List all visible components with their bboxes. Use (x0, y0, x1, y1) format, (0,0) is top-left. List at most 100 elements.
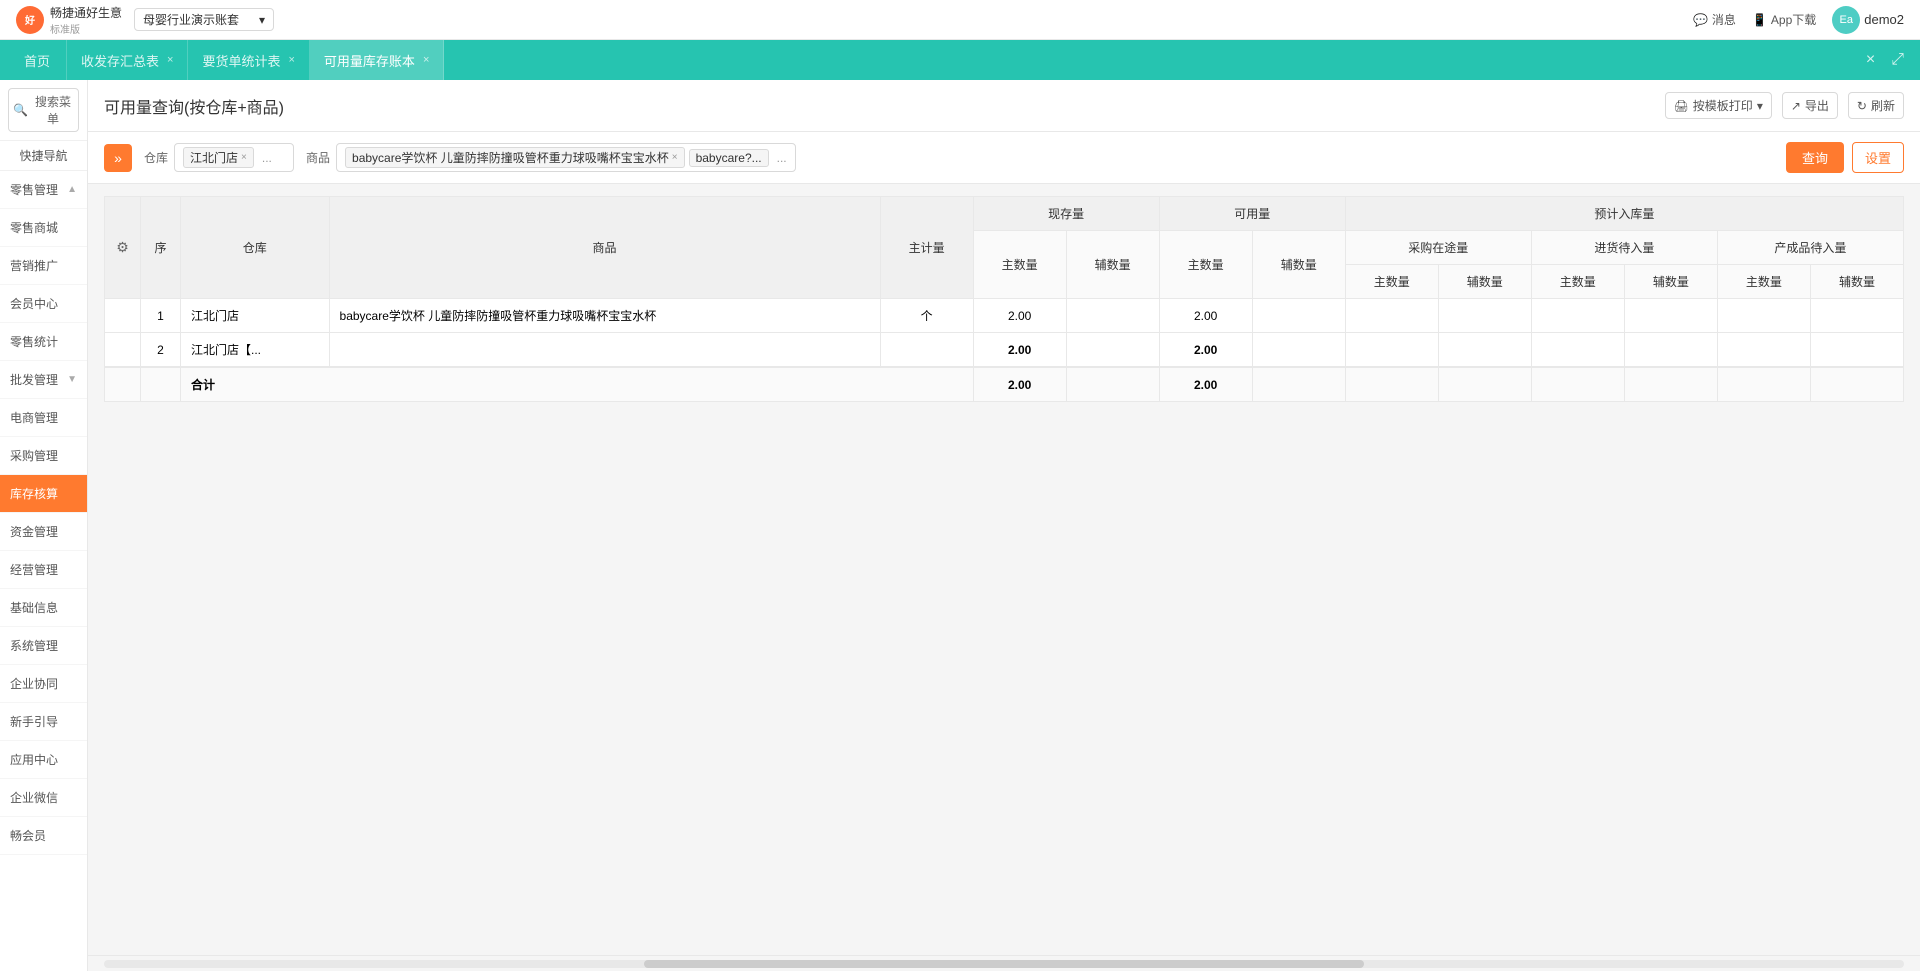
template-print-button[interactable]: 🖨 按模板打印 ▾ (1665, 92, 1772, 119)
retail-mgmt-arrow-icon: ▲ (67, 184, 77, 195)
sidebar-item-inventory[interactable]: 库存核算 (0, 475, 87, 513)
sidebar-item-operations[interactable]: 经营管理 (0, 551, 87, 589)
td-warehouse-1: 江北门店 (181, 299, 330, 333)
retail-store-label: 零售商城 (10, 219, 58, 236)
td-purchase-aux-2 (1438, 333, 1531, 368)
td-incoming-aux-1 (1624, 299, 1717, 333)
tab-home[interactable]: 首页 (8, 40, 67, 80)
sidebar-item-app-center[interactable]: 应用中心 (0, 741, 87, 779)
td-incoming-main-2 (1531, 333, 1624, 368)
quick-nav-button[interactable]: 快捷导航 (0, 141, 87, 171)
sidebar-item-enterprise-wechat[interactable]: 企业微信 (0, 779, 87, 817)
td-total-incoming-main (1531, 367, 1624, 402)
member-center-label: 会员中心 (10, 295, 58, 312)
tab-receive-summary[interactable]: 收发存汇总表 × (67, 40, 188, 80)
sidebar-item-member-center[interactable]: 会员中心 (0, 285, 87, 323)
sidebar: 🔍 搜索菜单 快捷导航 零售管理 ▲ 零售商城 营销推广 会员中心 零售统计 批… (0, 80, 88, 971)
td-total-purchase-aux (1438, 367, 1531, 402)
td-product-2 (329, 333, 880, 368)
marketing-label: 营销推广 (10, 257, 58, 274)
user-profile[interactable]: Ea demo2 (1832, 6, 1904, 34)
nav-tabs: 首页 收发存汇总表 × 要货单统计表 × 可用量库存账本 × × ⤢ (0, 40, 1920, 80)
download-icon: 📱 (1752, 13, 1767, 27)
logo-area: 好 畅捷通好生意 标准版 (16, 4, 122, 36)
th-purchase-main: 主数量 (1345, 265, 1438, 299)
industry-arrow-icon: ▾ (259, 13, 265, 27)
remove-product-tag-1[interactable]: × (672, 152, 678, 163)
settings-button[interactable]: 设置 (1852, 142, 1904, 173)
td-unit-1: 个 (880, 299, 973, 333)
td-total-production-aux (1810, 367, 1903, 402)
industry-selector[interactable]: 母婴行业演示账套 ▾ (134, 8, 274, 31)
query-button[interactable]: 查询 (1786, 142, 1844, 173)
ecommerce-label: 电商管理 (10, 409, 58, 426)
tab-order-stats[interactable]: 要货单统计表 × (188, 40, 309, 80)
close-receive-summary[interactable]: × (167, 54, 173, 66)
sidebar-item-new-guide[interactable]: 新手引导 (0, 703, 87, 741)
close-available-stock[interactable]: × (423, 54, 429, 66)
message-label: 消息 (1712, 11, 1736, 28)
top-bar-left: 好 畅捷通好生意 标准版 母婴行业演示账套 ▾ (16, 4, 274, 36)
product-filter-tags[interactable]: babycare学饮杯 儿童防摔防撞吸管杯重力球吸嘴杯宝宝水杯 × babyca… (336, 143, 796, 172)
td-warehouse-2: 江北门店【... (181, 333, 330, 368)
content-area: 可用量查询(按仓库+商品) 🖨 按模板打印 ▾ ↗ 导出 ↻ 刷新 (88, 80, 1920, 971)
horizontal-scrollbar[interactable] (88, 955, 1920, 971)
refresh-icon: ↻ (1857, 99, 1867, 113)
sidebar-item-finance[interactable]: 资金管理 (0, 513, 87, 551)
refresh-button[interactable]: ↻ 刷新 (1848, 92, 1904, 119)
sidebar-item-purchase-mgmt[interactable]: 采购管理 (0, 437, 87, 475)
home-tab-label: 首页 (24, 51, 50, 70)
warehouse-filter-tags[interactable]: 江北门店 × ... (174, 143, 294, 172)
export-button[interactable]: ↗ 导出 (1782, 92, 1838, 119)
sidebar-item-enterprise-collab[interactable]: 企业协同 (0, 665, 87, 703)
td-total-incoming-aux (1624, 367, 1717, 402)
nav-tabs-end: × ⤢ (1858, 40, 1912, 80)
scroll-thumb[interactable] (644, 960, 1364, 968)
table-row: 2 江北门店【... 2.00 2.00 (105, 333, 1904, 368)
sidebar-item-marketing[interactable]: 营销推广 (0, 247, 87, 285)
td-purchase-main-2 (1345, 333, 1438, 368)
sidebar-item-basic-info[interactable]: 基础信息 (0, 589, 87, 627)
th-production-pending-group: 产成品待入量 (1717, 231, 1903, 265)
remove-warehouse-tag[interactable]: × (241, 152, 247, 163)
td-current-main-1: 2.00 (973, 299, 1066, 333)
retail-stats-label: 零售统计 (10, 333, 58, 350)
th-incoming-main: 主数量 (1531, 265, 1624, 299)
sidebar-item-sys-mgmt[interactable]: 系统管理 (0, 627, 87, 665)
expand-button[interactable]: ⤢ (1883, 51, 1912, 69)
industry-label: 母婴行业演示账套 (143, 11, 239, 28)
message-button[interactable]: 💬 消息 (1693, 11, 1736, 28)
top-bar-right: 💬 消息 📱 App下载 Ea demo2 (1693, 6, 1904, 34)
warehouse-tag-jiangbei: 江北门店 × (183, 147, 254, 168)
app-download-button[interactable]: 📱 App下载 (1752, 11, 1816, 28)
product-filter-group: 商品 babycare学饮杯 儿童防摔防撞吸管杯重力球吸嘴杯宝宝水杯 × bab… (306, 143, 796, 172)
close-all-tabs-button[interactable]: × (1858, 51, 1883, 69)
sidebar-item-vip-member[interactable]: 畅会员 (0, 817, 87, 855)
sidebar-item-retail-mgmt[interactable]: 零售管理 ▲ (0, 171, 87, 209)
td-incoming-aux-2 (1624, 333, 1717, 368)
sidebar-search-area: 🔍 搜索菜单 (0, 80, 87, 141)
td-total-no (141, 367, 181, 402)
page-actions: 🖨 按模板打印 ▾ ↗ 导出 ↻ 刷新 (1665, 92, 1904, 119)
td-total-settings (105, 367, 141, 402)
print-dropdown-icon: ▾ (1757, 99, 1763, 113)
total-row: 合计 2.00 2.00 (105, 367, 1904, 402)
td-no-1: 1 (141, 299, 181, 333)
filter-toggle-button[interactable]: » (104, 144, 132, 172)
close-order-stats[interactable]: × (288, 54, 294, 66)
td-no-2: 2 (141, 333, 181, 368)
column-settings-icon[interactable]: ⚙ (116, 239, 129, 255)
sidebar-item-ecommerce[interactable]: 电商管理 (0, 399, 87, 437)
product-filter-label: 商品 (306, 149, 330, 166)
th-settings: ⚙ (105, 197, 141, 299)
tab-available-stock[interactable]: 可用量库存账本 × (310, 40, 444, 80)
double-chevron-icon: » (114, 150, 122, 166)
search-menu-button[interactable]: 🔍 搜索菜单 (8, 88, 79, 132)
warehouse-more-indicator[interactable]: ... (262, 151, 272, 165)
td-avail-aux-1 (1252, 299, 1345, 333)
sidebar-item-retail-stats[interactable]: 零售统计 (0, 323, 87, 361)
sidebar-item-wholesale-mgmt[interactable]: 批发管理 ▼ (0, 361, 87, 399)
product-more-indicator[interactable]: ... (777, 151, 787, 165)
page-header: 可用量查询(按仓库+商品) 🖨 按模板打印 ▾ ↗ 导出 ↻ 刷新 (88, 80, 1920, 132)
sidebar-item-retail-store[interactable]: 零售商城 (0, 209, 87, 247)
